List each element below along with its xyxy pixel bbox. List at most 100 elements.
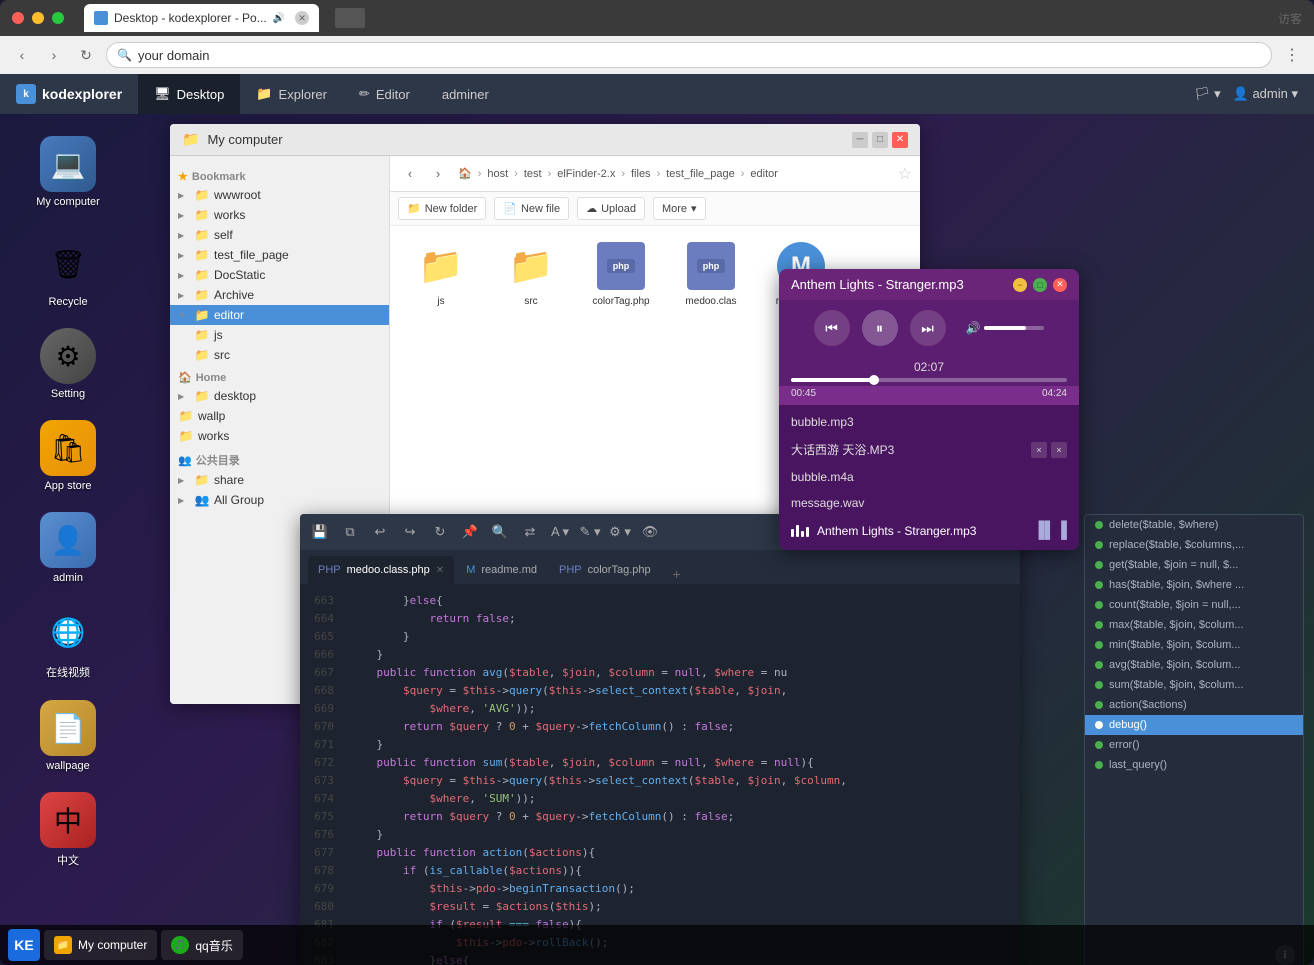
fm-minimize-btn[interactable]: ─ bbox=[852, 132, 868, 148]
copy-btn[interactable]: ⧉ bbox=[338, 520, 362, 544]
ac-item-max[interactable]: max($table, $join, $colum... bbox=[1085, 615, 1303, 635]
refresh-btn[interactable]: ↻ bbox=[428, 520, 452, 544]
mp-pl-dahua[interactable]: 大话西游 天浴.MP3 × × bbox=[779, 435, 1079, 464]
medoo-tab-close[interactable]: ✕ bbox=[436, 565, 444, 576]
shuffle-btn[interactable]: ⇄ bbox=[518, 520, 542, 544]
taskbar-ke-btn[interactable]: KE bbox=[8, 929, 40, 961]
editor-tab-readme[interactable]: M readme.md bbox=[456, 556, 547, 584]
address-bar[interactable]: 🔍 your domain bbox=[106, 42, 1272, 68]
fm-forward-btn[interactable]: › bbox=[426, 162, 450, 186]
desktop-icon-zhongwen[interactable]: 中 中文 bbox=[8, 786, 128, 874]
sidebar-item-src[interactable]: 📁 src bbox=[170, 345, 389, 365]
sidebar-item-works2[interactable]: 📁 works bbox=[170, 426, 389, 446]
mp-progress-bar[interactable] bbox=[791, 378, 1067, 382]
add-tab-btn[interactable]: + bbox=[667, 564, 687, 584]
upload-btn[interactable]: ☁ Upload bbox=[577, 197, 645, 220]
mp-pl-message[interactable]: message.wav bbox=[779, 490, 1079, 516]
nav-tab-editor[interactable]: ✏ Editor bbox=[343, 74, 426, 114]
sidebar-item-works[interactable]: ▶ 📁 works bbox=[170, 205, 389, 225]
new-tab-btn[interactable] bbox=[335, 8, 365, 28]
file-item-colortag[interactable]: php colorTag.php bbox=[586, 242, 656, 309]
bread-test[interactable]: test bbox=[520, 166, 546, 182]
tab-close-btn[interactable]: ✕ bbox=[295, 11, 309, 25]
sidebar-item-wallp[interactable]: 📁 wallp bbox=[170, 406, 389, 426]
settings-btn[interactable]: ⚙ ▾ bbox=[608, 520, 632, 544]
more-btn[interactable]: More ▾ bbox=[653, 197, 706, 220]
sidebar-item-docstatic[interactable]: ▶ 📁 DocStatic bbox=[170, 265, 389, 285]
tab-mute-icon[interactable]: 🔊 bbox=[273, 13, 285, 24]
fm-back-btn[interactable]: ‹ bbox=[398, 162, 422, 186]
desktop-icon-chrome[interactable]: 🌐 在线视频 bbox=[8, 598, 128, 686]
sidebar-item-share[interactable]: ▶ 📁 share bbox=[170, 470, 389, 490]
fm-maximize-btn[interactable]: □ bbox=[872, 132, 888, 148]
preview-btn[interactable]: 👁 bbox=[638, 520, 662, 544]
desktop-icon-admin[interactable]: 👤 admin bbox=[8, 506, 128, 590]
sidebar-item-test-file-page[interactable]: ▶ 📁 test_file_page bbox=[170, 245, 389, 265]
file-item-src[interactable]: 📁 src bbox=[496, 242, 566, 309]
mp-volume-bar[interactable] bbox=[984, 326, 1044, 330]
mp-close-btn[interactable]: ✕ bbox=[1053, 278, 1067, 292]
sidebar-item-wwwroot[interactable]: ▶ 📁 wwwroot bbox=[170, 185, 389, 205]
ac-item-sum[interactable]: sum($table, $join, $colum... bbox=[1085, 675, 1303, 695]
mp-pl-btn2[interactable]: × bbox=[1051, 442, 1067, 458]
mp-maximize-btn[interactable]: □ bbox=[1033, 278, 1047, 292]
ac-item-avg[interactable]: avg($table, $join, $colum... bbox=[1085, 655, 1303, 675]
mp-pl-bubblem4a[interactable]: bubble.m4a bbox=[779, 464, 1079, 490]
ac-item-debug[interactable]: debug() bbox=[1085, 715, 1303, 735]
sidebar-item-self[interactable]: ▶ 📁 self bbox=[170, 225, 389, 245]
font-btn[interactable]: A ▾ bbox=[548, 520, 572, 544]
ac-item-replace[interactable]: replace($table, $columns,... bbox=[1085, 535, 1303, 555]
bread-home[interactable]: 🏠 bbox=[454, 165, 476, 182]
nav-flag-icon[interactable]: 🏳 ▾ bbox=[1194, 86, 1221, 102]
nav-user[interactable]: 👤 admin ▾ bbox=[1233, 86, 1298, 102]
ac-item-delete[interactable]: delete($table, $where) bbox=[1085, 515, 1303, 535]
ac-item-has[interactable]: has($table, $join, $where ... bbox=[1085, 575, 1303, 595]
file-item-js[interactable]: 📁 js bbox=[406, 242, 476, 309]
sidebar-item-editor[interactable]: ▼ 📁 editor bbox=[170, 305, 389, 325]
sidebar-item-js[interactable]: 📁 js bbox=[170, 325, 389, 345]
ac-item-lastquery[interactable]: last_query() bbox=[1085, 755, 1303, 775]
fm-star-btn[interactable]: ☆ bbox=[898, 164, 912, 184]
pin-btn[interactable]: 📌 bbox=[458, 520, 482, 544]
ac-item-get[interactable]: get($table, $join = null, $... bbox=[1085, 555, 1303, 575]
bread-files[interactable]: files bbox=[627, 166, 655, 182]
new-file-btn[interactable]: 📄 New file bbox=[494, 197, 569, 220]
sidebar-item-allgroup[interactable]: ▶ 👥 All Group bbox=[170, 490, 389, 510]
new-folder-btn[interactable]: 📁 New folder bbox=[398, 197, 486, 220]
desktop-icon-appstore[interactable]: 🛍 App store bbox=[8, 414, 128, 498]
editor-tab-colortag[interactable]: PHP colorTag.php bbox=[549, 556, 661, 584]
bread-testfilepage[interactable]: test_file_page bbox=[662, 166, 739, 182]
bread-elfinder[interactable]: elFinder-2.x bbox=[553, 166, 619, 182]
desktop-icon-setting[interactable]: ⚙ Setting bbox=[8, 322, 128, 406]
forward-btn[interactable]: › bbox=[42, 43, 66, 67]
mp-pl-anthem[interactable]: Anthem Lights - Stranger.mp3 ▐▌▐ bbox=[779, 516, 1079, 546]
sidebar-item-archive[interactable]: ▶ 📁 Archive bbox=[170, 285, 389, 305]
mp-pause-btn[interactable]: ⏸ bbox=[862, 310, 898, 346]
edit-tool-btn[interactable]: ✎ ▾ bbox=[578, 520, 602, 544]
code-content[interactable]: }else{ return false; } } public function… bbox=[342, 584, 1020, 965]
reload-btn[interactable]: ↻ bbox=[74, 43, 98, 67]
redo-btn[interactable]: ↪ bbox=[398, 520, 422, 544]
browser-tab[interactable]: Desktop - kodexplorer - Po... 🔊 ✕ bbox=[84, 4, 319, 32]
back-btn[interactable]: ‹ bbox=[10, 43, 34, 67]
fm-close-btn[interactable]: ✕ bbox=[892, 132, 908, 148]
editor-tab-medoo[interactable]: PHP medoo.class.php ✕ bbox=[308, 556, 454, 584]
taskbar-my-computer[interactable]: 📁 My computer bbox=[44, 930, 157, 960]
mp-next-btn[interactable]: ⏭ bbox=[910, 310, 946, 346]
ac-item-action[interactable]: action($actions) bbox=[1085, 695, 1303, 715]
undo-btn[interactable]: ↩ bbox=[368, 520, 392, 544]
save-btn[interactable]: 💾 bbox=[308, 520, 332, 544]
file-item-medoo[interactable]: php medoo.clas bbox=[676, 242, 746, 309]
taskbar-qq-music[interactable]: 🎵 qq音乐 bbox=[161, 930, 242, 960]
ac-item-count[interactable]: count($table, $join = null,... bbox=[1085, 595, 1303, 615]
desktop-icon-my-computer[interactable]: 💻 My computer bbox=[8, 130, 128, 214]
mp-minimize-btn[interactable]: − bbox=[1013, 278, 1027, 292]
mp-pl-bubble[interactable]: bubble.mp3 bbox=[779, 409, 1079, 435]
ac-item-min[interactable]: min($table, $join, $colum... bbox=[1085, 635, 1303, 655]
sidebar-item-desktop[interactable]: ▶ 📁 desktop bbox=[170, 386, 389, 406]
nav-tab-adminer[interactable]: adminer bbox=[426, 74, 505, 114]
mp-pl-btn1[interactable]: × bbox=[1031, 442, 1047, 458]
traffic-light-close[interactable] bbox=[12, 12, 24, 24]
search-code-btn[interactable]: 🔍 bbox=[488, 520, 512, 544]
desktop-icon-recycle[interactable]: 🗑 Recycle bbox=[8, 230, 128, 314]
